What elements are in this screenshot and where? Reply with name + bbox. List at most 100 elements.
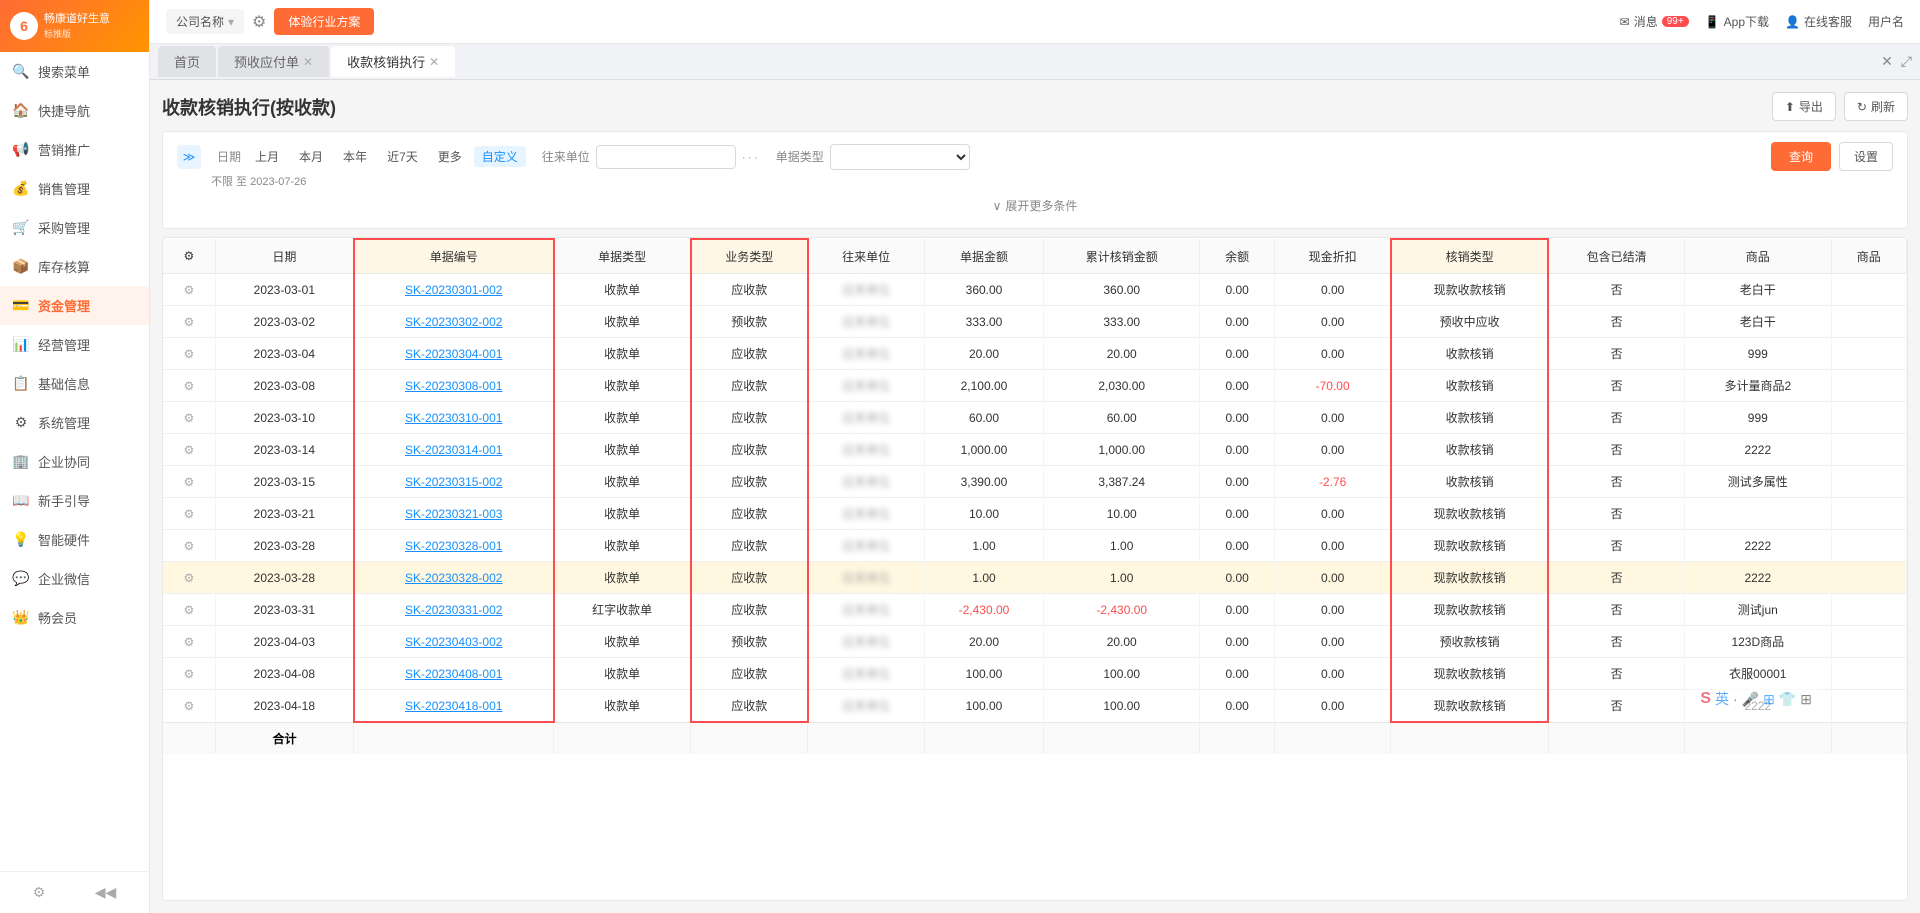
cell-amount-9: 1.00 [924, 562, 1044, 594]
cell-bill_type-11: 收款单 [554, 626, 691, 658]
cell-settings-7[interactable]: ⚙ [163, 498, 215, 530]
bill-no-link[interactable]: SK-20230302-002 [405, 315, 502, 329]
bill-no-link[interactable]: SK-20230403-002 [405, 635, 502, 649]
cell-settings-8[interactable]: ⚙ [163, 530, 215, 562]
query-btn[interactable]: 查询 [1771, 142, 1831, 171]
expand-icon: ∨ [993, 199, 1002, 213]
company-selector[interactable]: 公司名称 ▾ [166, 9, 244, 34]
sidebar-item-operation[interactable]: 📊经营管理 [0, 325, 149, 364]
settings-icon[interactable]: ⚙ [252, 12, 266, 32]
sidebar-item-system[interactable]: ⚙系统管理 [0, 403, 149, 442]
cell-settings-0[interactable]: ⚙ [163, 274, 215, 306]
tab-close-all-btn[interactable]: ✕ [1881, 53, 1893, 70]
sidebar-item-hardware[interactable]: 💡智能硬件 [0, 520, 149, 559]
date-shortcut-4[interactable]: 更多 [430, 146, 470, 167]
sidebar-item-enterprise[interactable]: 🏢企业协同 [0, 442, 149, 481]
cell-partner-9: 往来单位 [808, 562, 924, 594]
bill-no-link[interactable]: SK-20230418-001 [405, 699, 502, 713]
table-row[interactable]: ⚙2023-04-18SK-20230418-001收款单应收款往来单位100.… [163, 690, 1907, 723]
date-range-display: 不限 至 2023-07-26 [211, 176, 306, 188]
cell-include_settled-8: 否 [1548, 530, 1684, 562]
sidebar-settings-btn[interactable]: ⚙ [29, 880, 50, 905]
tab-prepay[interactable]: 预收应付单✕ [218, 46, 329, 77]
bill-type-select[interactable] [830, 144, 970, 170]
sidebar-item-wechat[interactable]: 💬企业微信 [0, 559, 149, 598]
export-btn[interactable]: ⬆ 导出 [1772, 92, 1836, 121]
filter-settings-btn[interactable]: 设置 [1839, 142, 1893, 171]
bill-no-link[interactable]: SK-20230328-002 [405, 571, 502, 585]
date-shortcut-3[interactable]: 近7天 [379, 146, 426, 167]
online-service-btn[interactable]: 👤 在线客服 [1785, 13, 1852, 30]
table-row[interactable]: ⚙2023-03-14SK-20230314-001收款单应收款往来单位1,00… [163, 434, 1907, 466]
table-row[interactable]: ⚙2023-03-04SK-20230304-001收款单应收款往来单位20.0… [163, 338, 1907, 370]
sidebar-item-purchase[interactable]: 🛒采购管理 [0, 208, 149, 247]
cell-settings-2[interactable]: ⚙ [163, 338, 215, 370]
cell-balance-12: 0.00 [1199, 658, 1274, 690]
tab-home[interactable]: 首页 [158, 46, 216, 77]
dots-icon[interactable]: ··· [742, 150, 760, 164]
bill-no-link[interactable]: SK-20230304-001 [405, 347, 502, 361]
tab-close-prepay[interactable]: ✕ [303, 55, 313, 69]
cell-settings-4[interactable]: ⚙ [163, 402, 215, 434]
sidebar-collapse-btn[interactable]: ◀◀ [91, 880, 121, 905]
sidebar-item-search[interactable]: 🔍搜索菜单 [0, 52, 149, 91]
app-download-btn[interactable]: 📱 App下载 [1705, 13, 1769, 30]
date-shortcut-custom[interactable]: 自定义 [474, 146, 526, 167]
cell-settings-12[interactable]: ⚙ [163, 658, 215, 690]
sidebar-item-marketing[interactable]: 📢营销推广 [0, 130, 149, 169]
bill-no-link[interactable]: SK-20230310-001 [405, 411, 502, 425]
cell-settings-13[interactable]: ⚙ [163, 690, 215, 723]
user-btn[interactable]: 用户名 [1868, 13, 1904, 30]
content-area: 收款核销执行(按收款) ⬆ 导出 ↻ 刷新 ≫ 日期 上月本月本年近7天更多自定… [150, 80, 1920, 913]
cell-settings-3[interactable]: ⚙ [163, 370, 215, 402]
table-row[interactable]: ⚙2023-03-28SK-20230328-002收款单应收款往来单位1.00… [163, 562, 1907, 594]
tab-receipt[interactable]: 收款核销执行✕ [331, 46, 455, 77]
bill-no-link[interactable]: SK-20230315-002 [405, 475, 502, 489]
operation-icon: 📊 [12, 336, 30, 353]
table-row[interactable]: ⚙2023-03-28SK-20230328-001收款单应收款往来单位1.00… [163, 530, 1907, 562]
table-row[interactable]: ⚙2023-04-08SK-20230408-001收款单应收款往来单位100.… [163, 658, 1907, 690]
filter-panel: ≫ 日期 上月本月本年近7天更多自定义 往来单位 ··· 单据类型 [162, 131, 1908, 229]
sidebar-item-inventory[interactable]: 📦库存核算 [0, 247, 149, 286]
message-btn[interactable]: ✉ 消息 99+ [1620, 13, 1689, 30]
cell-date-12: 2023-04-08 [215, 658, 354, 690]
table-row[interactable]: ⚙2023-03-15SK-20230315-002收款单应收款往来单位3,39… [163, 466, 1907, 498]
bill-no-link[interactable]: SK-20230321-003 [405, 507, 502, 521]
cell-settings-10[interactable]: ⚙ [163, 594, 215, 626]
refresh-btn[interactable]: ↻ 刷新 [1844, 92, 1908, 121]
sidebar-item-sales[interactable]: 💰销售管理 [0, 169, 149, 208]
sidebar-item-member[interactable]: 👑畅会员 [0, 598, 149, 637]
guide-icon: 📖 [12, 492, 30, 509]
table-row[interactable]: ⚙2023-03-21SK-20230321-003收款单应收款往来单位10.0… [163, 498, 1907, 530]
partner-input[interactable] [596, 145, 736, 169]
table-row[interactable]: ⚙2023-03-08SK-20230308-001收款单应收款往来单位2,10… [163, 370, 1907, 402]
table-row[interactable]: ⚙2023-03-10SK-20230310-001收款单应收款往来单位60.0… [163, 402, 1907, 434]
cell-settings-11[interactable]: ⚙ [163, 626, 215, 658]
sidebar-item-guide[interactable]: 📖新手引导 [0, 481, 149, 520]
sidebar-item-finance[interactable]: 💳资金管理 [0, 286, 149, 325]
date-shortcut-0[interactable]: 上月 [247, 146, 287, 167]
tab-fullscreen-btn[interactable]: ⤢ [1901, 53, 1912, 70]
bill-no-link[interactable]: SK-20230328-001 [405, 539, 502, 553]
filter-toggle-btn[interactable]: ≫ [177, 145, 201, 169]
date-shortcut-2[interactable]: 本年 [335, 146, 375, 167]
bill-no-link[interactable]: SK-20230331-002 [405, 603, 502, 617]
date-shortcut-1[interactable]: 本月 [291, 146, 331, 167]
table-row[interactable]: ⚙2023-03-02SK-20230302-002收款单预收款往来单位333.… [163, 306, 1907, 338]
cell-settings-9[interactable]: ⚙ [163, 562, 215, 594]
table-row[interactable]: ⚙2023-03-31SK-20230331-002红字收款单应收款往来单位-2… [163, 594, 1907, 626]
bill-no-link[interactable]: SK-20230301-002 [405, 283, 502, 297]
table-row[interactable]: ⚙2023-04-03SK-20230403-002收款单预收款往来单位20.0… [163, 626, 1907, 658]
tab-close-receipt[interactable]: ✕ [429, 55, 439, 69]
solution-btn[interactable]: 体验行业方案 [274, 8, 374, 35]
sidebar-item-basic-info[interactable]: 📋基础信息 [0, 364, 149, 403]
bill-no-link[interactable]: SK-20230308-001 [405, 379, 502, 393]
cell-settings-6[interactable]: ⚙ [163, 466, 215, 498]
bill-no-link[interactable]: SK-20230314-001 [405, 443, 502, 457]
table-row[interactable]: ⚙2023-03-01SK-20230301-002收款单应收款往来单位360.… [163, 274, 1907, 306]
sidebar-item-quick-nav[interactable]: 🏠快捷导航 [0, 91, 149, 130]
expand-btn[interactable]: ∨ 展开更多条件 [177, 193, 1893, 218]
bill-no-link[interactable]: SK-20230408-001 [405, 667, 502, 681]
cell-settings-1[interactable]: ⚙ [163, 306, 215, 338]
cell-settings-5[interactable]: ⚙ [163, 434, 215, 466]
